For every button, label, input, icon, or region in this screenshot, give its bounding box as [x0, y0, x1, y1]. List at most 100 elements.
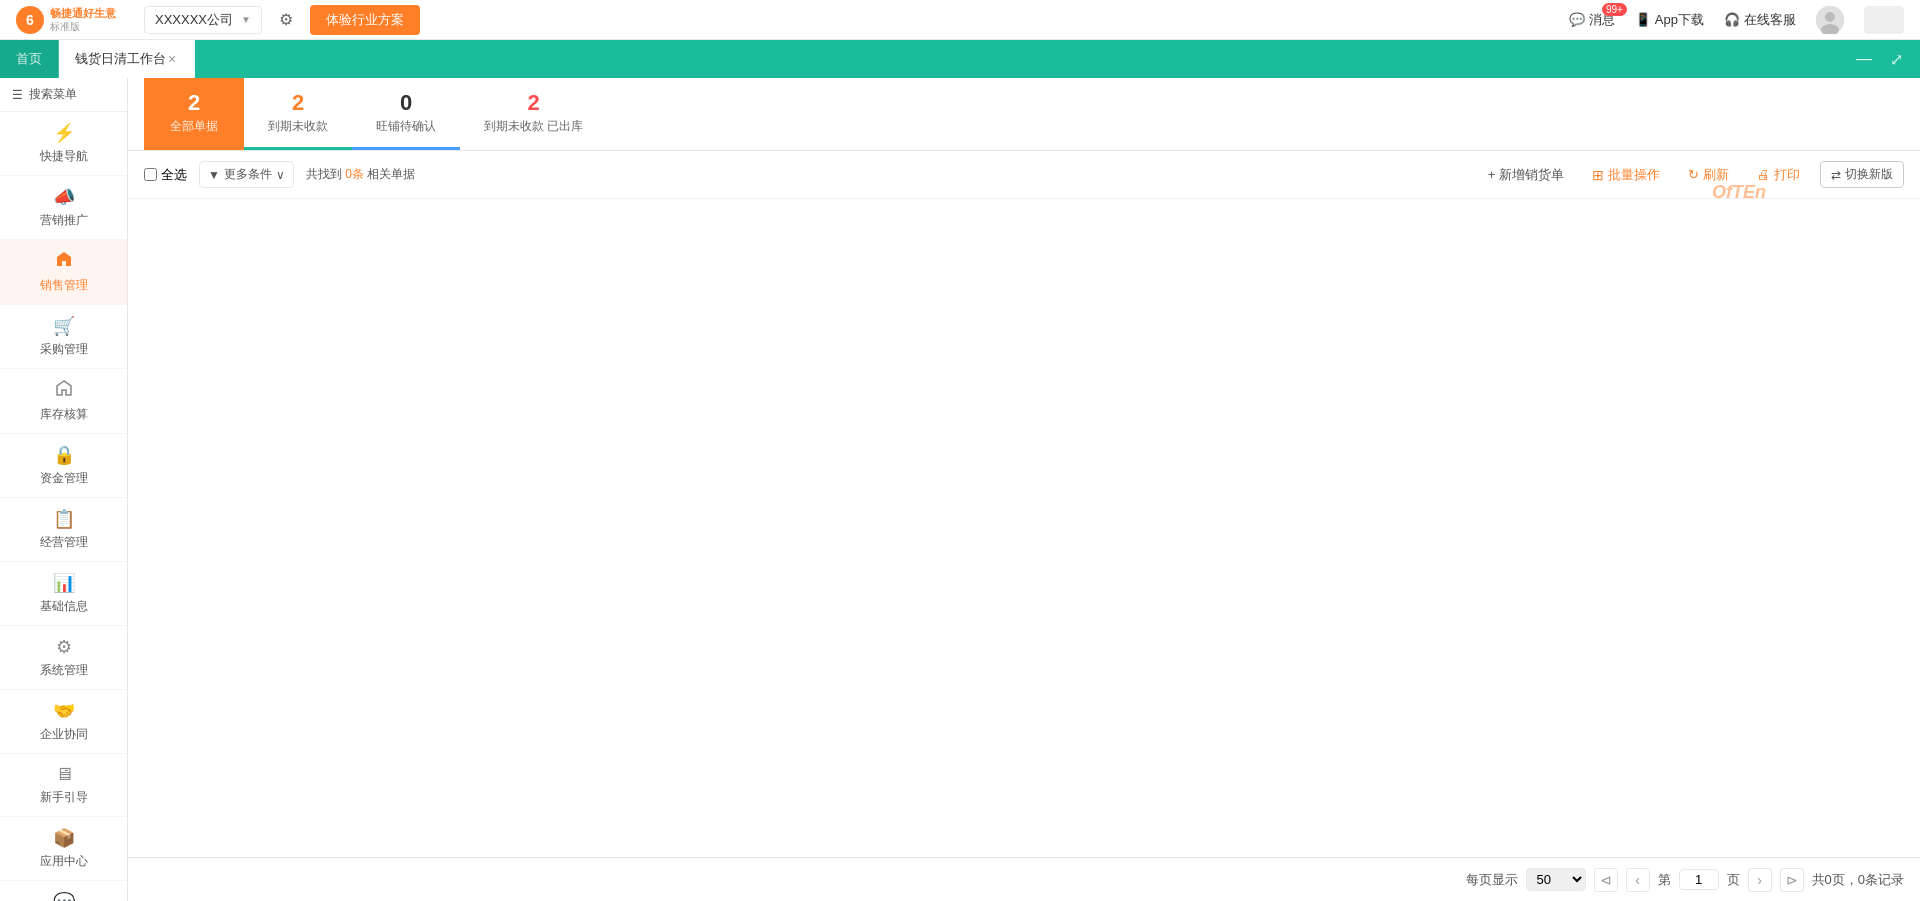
main-layout: ☰ 搜索菜单 ⚡ 快捷导航 📣 营销推广 销售管理 🛒 采购管理: [0, 78, 1920, 901]
nav-minimize-button[interactable]: —: [1848, 43, 1880, 75]
online-service-button[interactable]: 🎧 在线客服: [1724, 11, 1796, 29]
header-right: 💬 消息 99+ 📱 App下载 🎧 在线客服: [1569, 6, 1904, 34]
page-size-selector[interactable]: 50 100 200: [1526, 868, 1586, 891]
sidebar-item-label: 快捷导航: [40, 148, 88, 165]
sidebar-item-basic[interactable]: 📊 基础信息: [0, 562, 127, 626]
avatar-extra: [1864, 6, 1904, 34]
guide-icon: 🖥: [55, 764, 73, 785]
search-menu-button[interactable]: ☰ 搜索菜单: [0, 78, 127, 112]
logo-area: 6 畅捷通好生意 标准版: [16, 6, 144, 34]
quick-nav-icon: ⚡: [53, 122, 75, 144]
system-icon: ⚙: [56, 636, 72, 658]
operation-icon: 📋: [53, 508, 75, 530]
sidebar-item-enterprise[interactable]: 🤝 企业协同: [0, 690, 127, 754]
first-page-button[interactable]: ⊲: [1594, 868, 1618, 892]
sidebar-item-system[interactable]: ⚙ 系统管理: [0, 626, 127, 690]
table-area: [128, 199, 1920, 857]
sidebar-item-finance[interactable]: 🔒 资金管理: [0, 434, 127, 498]
last-page-button[interactable]: ⊳: [1780, 868, 1804, 892]
top-header: 6 畅捷通好生意 标准版 XXXXXX公司 ▼ ⚙ 体验行业方案 💬 消息 99…: [0, 0, 1920, 40]
sidebar-item-wechat[interactable]: 💬 企业微信: [0, 881, 127, 901]
sidebar-item-label: 资金管理: [40, 470, 88, 487]
marketing-icon: 📣: [53, 186, 75, 208]
trial-button[interactable]: 体验行业方案: [310, 5, 420, 35]
sidebar-item-sales[interactable]: 销售管理: [0, 240, 127, 305]
tab-work[interactable]: 钱货日清工作台 ×: [59, 40, 195, 78]
refresh-button[interactable]: ↻ 刷新: [1680, 162, 1737, 188]
print-button[interactable]: 🖨 打印: [1749, 162, 1808, 188]
tab-home[interactable]: 首页: [0, 40, 59, 78]
batch-operation-button[interactable]: ⊞ 批量操作: [1584, 162, 1668, 188]
toolbar: 全选 ▼ 更多条件 ∨ 共找到 0条 相关单据 + 新增销货单 ⊞ 批量操作: [128, 151, 1920, 199]
refresh-icon: ↻: [1688, 167, 1699, 182]
content-area: 2 全部单据 2 到期未收款 0 旺铺待确认 2 到期未收款 已出库 全选: [128, 78, 1920, 901]
stats-tab-overdue-shipped[interactable]: 2 到期未收款 已出库: [460, 78, 607, 150]
sidebar-item-label: 销售管理: [40, 277, 88, 294]
sidebar-item-inventory[interactable]: 库存核算: [0, 369, 127, 434]
sales-icon: [55, 250, 73, 273]
message-icon: 💬: [1569, 12, 1585, 27]
batch-icon: ⊞: [1592, 167, 1604, 183]
settings-icon[interactable]: ⚙: [270, 4, 302, 36]
stats-tabs: 2 全部单据 2 到期未收款 0 旺铺待确认 2 到期未收款 已出库: [128, 78, 1920, 151]
print-icon: 🖨: [1757, 167, 1770, 182]
stats-tab-pending[interactable]: 0 旺铺待确认: [352, 78, 460, 150]
company-dropdown-arrow: ▼: [241, 14, 251, 25]
sidebar-item-label: 企业协同: [40, 726, 88, 743]
sidebar-item-label: 库存核算: [40, 406, 88, 423]
filter-icon: ▼: [208, 168, 220, 182]
svg-point-1: [1825, 12, 1835, 22]
switch-new-version-button[interactable]: ⇄ 切换新版: [1820, 161, 1904, 188]
sidebar-item-operation[interactable]: 📋 经营管理: [0, 498, 127, 562]
tab-close-button[interactable]: ×: [166, 51, 178, 67]
logo-text: 畅捷通好生意 标准版: [50, 6, 116, 33]
found-text: 共找到 0条 相关单据: [306, 166, 415, 183]
company-selector[interactable]: XXXXXX公司 ▼: [144, 6, 262, 34]
message-badge: 99+: [1602, 3, 1627, 16]
stats-tab-overdue[interactable]: 2 到期未收款: [244, 78, 352, 150]
sidebar-item-label: 系统管理: [40, 662, 88, 679]
wechat-icon: 💬: [53, 891, 75, 901]
sidebar: ☰ 搜索菜单 ⚡ 快捷导航 📣 营销推广 销售管理 🛒 采购管理: [0, 78, 128, 901]
sidebar-item-label: 营销推广: [40, 212, 88, 229]
finance-icon: 🔒: [53, 444, 75, 466]
page-size-select[interactable]: 50 100 200: [1526, 868, 1586, 891]
sidebar-item-label: 经营管理: [40, 534, 88, 551]
logo-icon: 6: [16, 6, 44, 34]
sidebar-item-guide[interactable]: 🖥 新手引导: [0, 754, 127, 817]
new-sale-order-button[interactable]: + 新增销货单: [1480, 162, 1572, 188]
app-center-icon: 📦: [53, 827, 75, 849]
online-service-icon: 🎧: [1724, 12, 1740, 27]
nav-tabs: 首页 钱货日清工作台 × — ⤢: [0, 40, 1920, 78]
sidebar-item-label: 应用中心: [40, 853, 88, 870]
total-records: 共0页，0条记录: [1812, 871, 1904, 889]
nav-actions: — ⤢: [1848, 43, 1920, 75]
search-menu-icon: ☰: [12, 88, 23, 102]
purchase-icon: 🛒: [53, 315, 75, 337]
app-download-button[interactable]: 📱 App下载: [1635, 11, 1704, 29]
sidebar-item-label: 新手引导: [40, 789, 88, 806]
switch-icon: ⇄: [1831, 168, 1841, 182]
stats-tab-all[interactable]: 2 全部单据: [144, 78, 244, 150]
avatar[interactable]: [1816, 6, 1844, 34]
sidebar-item-marketing[interactable]: 📣 营销推广: [0, 176, 127, 240]
more-filters-button[interactable]: ▼ 更多条件 ∨: [199, 161, 294, 188]
sidebar-item-quick-nav[interactable]: ⚡ 快捷导航: [0, 112, 127, 176]
sidebar-item-purchase[interactable]: 🛒 采购管理: [0, 305, 127, 369]
basic-icon: 📊: [53, 572, 75, 594]
page-number-input[interactable]: [1679, 869, 1719, 890]
next-page-button[interactable]: ›: [1748, 868, 1772, 892]
toolbar-right: + 新增销货单 ⊞ 批量操作 ↻ 刷新 🖨 打印 ⇄ 切换新版: [1480, 161, 1904, 188]
sidebar-item-label: 采购管理: [40, 341, 88, 358]
enterprise-icon: 🤝: [53, 700, 75, 722]
message-button[interactable]: 💬 消息 99+: [1569, 11, 1615, 29]
sidebar-item-label: 基础信息: [40, 598, 88, 615]
nav-maximize-button[interactable]: ⤢: [1880, 43, 1912, 75]
select-all-checkbox[interactable]: 全选: [144, 166, 187, 184]
inventory-icon: [55, 379, 73, 402]
select-all-input[interactable]: [144, 168, 157, 181]
sidebar-item-app-center[interactable]: 📦 应用中心: [0, 817, 127, 881]
filter-dropdown-icon: ∨: [276, 168, 285, 182]
app-download-icon: 📱: [1635, 12, 1651, 27]
prev-page-button[interactable]: ‹: [1626, 868, 1650, 892]
